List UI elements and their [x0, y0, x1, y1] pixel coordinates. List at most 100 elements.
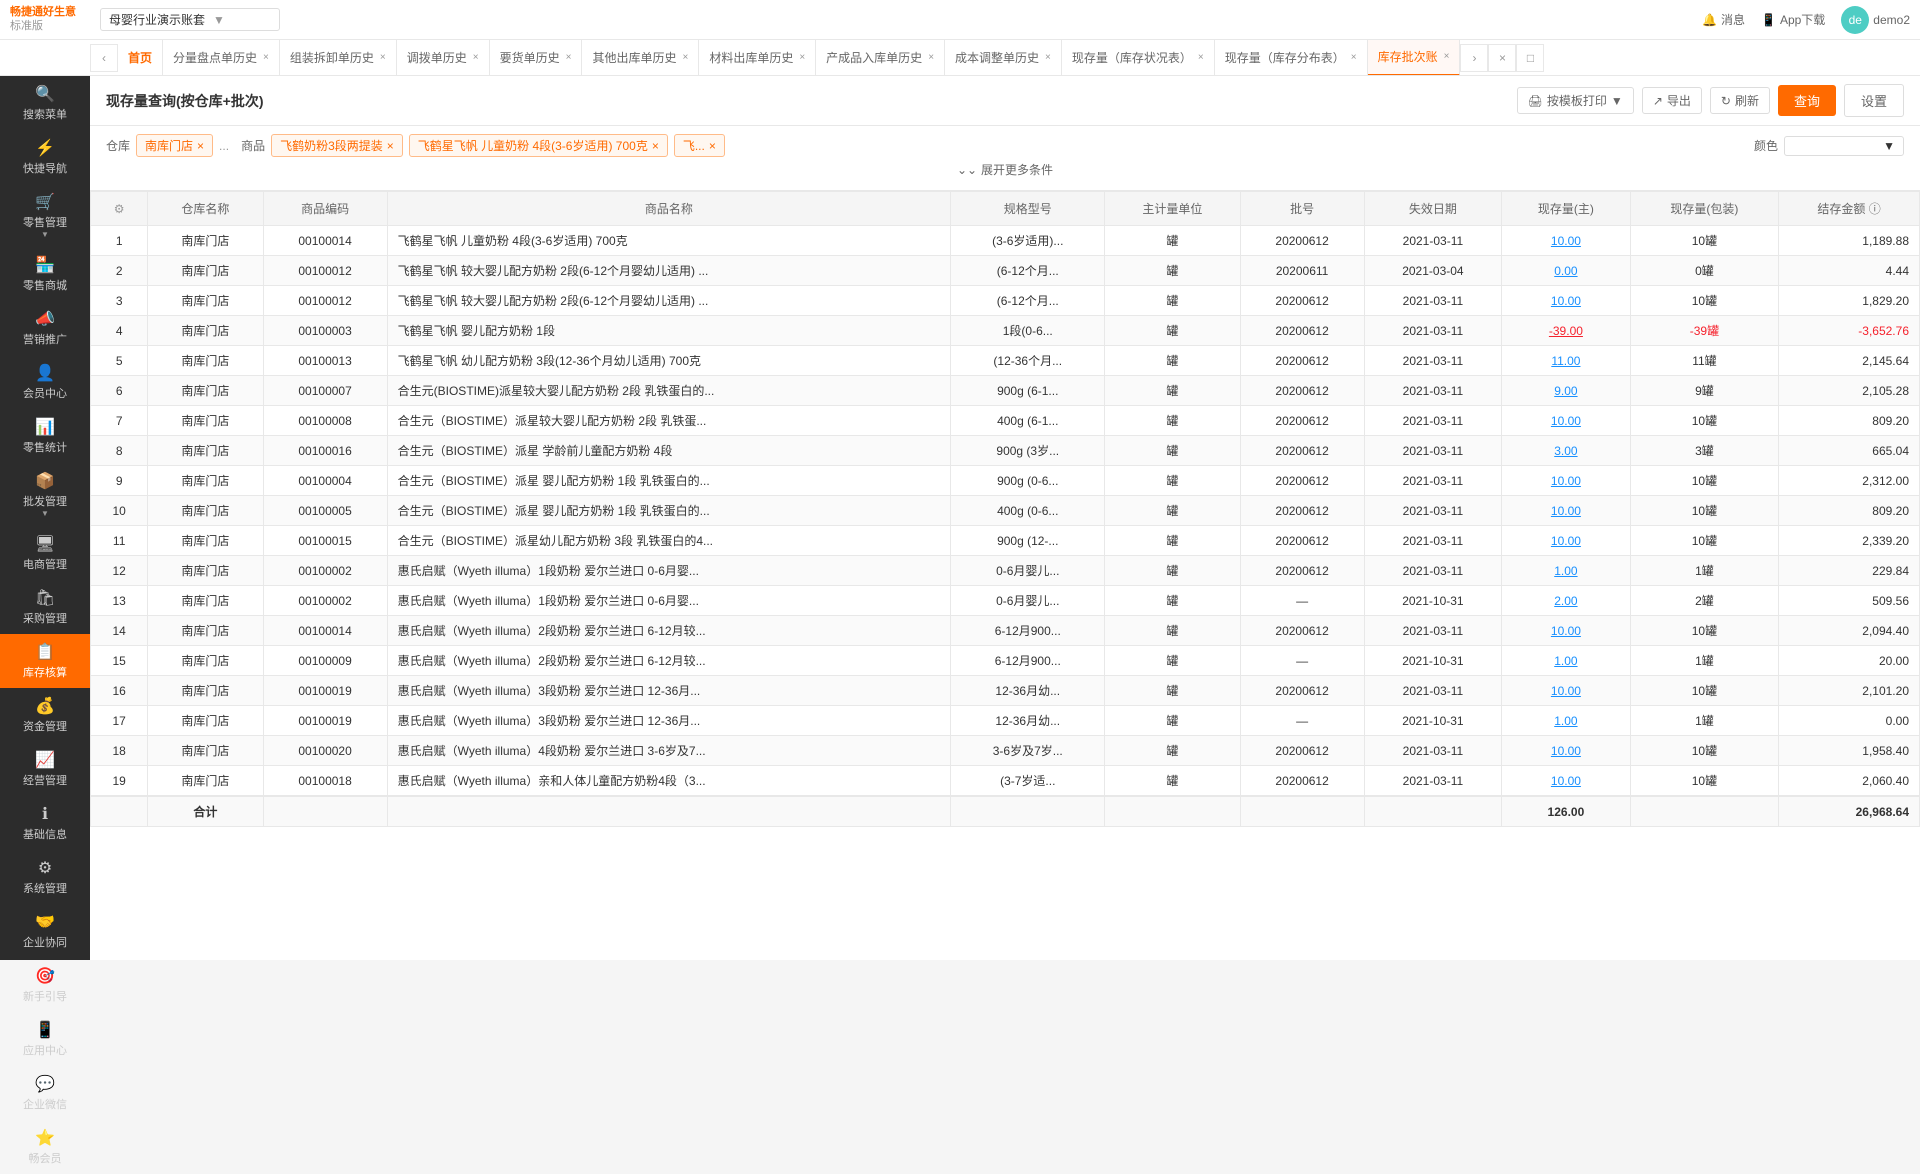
tab-cost-adjust[interactable]: 成本调整单历史×: [945, 40, 1062, 76]
cell-8[interactable]: 10.00: [1502, 466, 1631, 496]
close-tab-icon[interactable]: ×: [682, 52, 688, 63]
cell-8[interactable]: 10.00: [1502, 406, 1631, 436]
close-tab-icon[interactable]: ×: [566, 52, 572, 63]
sidebar-item-basic[interactable]: ℹ基础信息: [0, 796, 90, 850]
sidebar-item-retail[interactable]: 🛒零售管理▼: [0, 184, 90, 247]
remove-product-tag-icon[interactable]: ×: [709, 139, 716, 153]
tab-other-out[interactable]: 其他出库单历史×: [582, 40, 699, 76]
sidebar-item-quicknav[interactable]: ⚡快捷导航: [0, 130, 90, 184]
cell-8[interactable]: 10.00: [1502, 676, 1631, 706]
expand-more-button[interactable]: ⌄⌄ 展开更多条件: [106, 157, 1904, 182]
close-tab-icon[interactable]: ×: [1444, 51, 1450, 62]
cell-8[interactable]: 1.00: [1502, 556, 1631, 586]
close-tab-icon[interactable]: ×: [380, 52, 386, 63]
cell-8[interactable]: 10.00: [1502, 286, 1631, 316]
query-button[interactable]: 查询: [1778, 85, 1836, 116]
cell-8[interactable]: 10.00: [1502, 496, 1631, 526]
sidebar-item-operations[interactable]: 📈经营管理: [0, 742, 90, 796]
user-menu[interactable]: de demo2: [1841, 6, 1910, 34]
cell-5: 罐: [1105, 286, 1240, 316]
cell-9: 10罐: [1630, 496, 1779, 526]
tab-product-in[interactable]: 产成品入库单历史×: [816, 40, 945, 76]
close-tab-icon[interactable]: ×: [1351, 52, 1357, 63]
message-button[interactable]: 🔔 消息: [1702, 11, 1745, 28]
product-tag-2[interactable]: 飞...×: [674, 134, 725, 157]
product-tag-0[interactable]: 飞鹤奶粉3段两提装×: [271, 134, 403, 157]
cell-7: 2021-03-11: [1364, 556, 1502, 586]
sidebar-item-wholesale[interactable]: 📦批发管理▼: [0, 463, 90, 526]
refresh-button[interactable]: ↻ 刷新: [1710, 87, 1770, 114]
sidebar-item-purchase[interactable]: 🛍采购管理: [0, 580, 90, 634]
sidebar-item-wechat[interactable]: 💬企业微信: [0, 1066, 90, 1120]
tab-next-button[interactable]: ›: [1460, 44, 1488, 72]
close-tab-icon[interactable]: ×: [928, 52, 934, 63]
col-header-5: 主计量单位: [1105, 192, 1240, 226]
tab-stock-dist[interactable]: 现存量（库存分布表）×: [1215, 40, 1368, 76]
account-selector[interactable]: 母婴行业演示账套 ▼: [100, 8, 280, 31]
cell-3: 惠氏启赋（Wyeth illuma）4段奶粉 爱尔兰进口 3-6岁及7...: [387, 736, 951, 766]
tab-disassemble[interactable]: 组装拆卸单历史×: [280, 40, 397, 76]
cell-0: 16: [91, 676, 148, 706]
sidebar-item-stats[interactable]: 📊零售统计: [0, 409, 90, 463]
cell-8[interactable]: 3.00: [1502, 436, 1631, 466]
product-tag-1[interactable]: 飞鹤星飞帆 儿童奶粉 4段(3-6岁适用) 700克×: [409, 134, 668, 157]
cell-1: 南库门店: [148, 616, 263, 646]
close-tab-icon[interactable]: ×: [799, 52, 805, 63]
tab-requisition[interactable]: 要货单历史×: [490, 40, 583, 76]
cell-8[interactable]: 1.00: [1502, 706, 1631, 736]
tab-batch-voucher[interactable]: 库存批次账×: [1368, 40, 1461, 76]
close-tab-icon[interactable]: ×: [1045, 52, 1051, 63]
tab-material-out[interactable]: 材料出库单历史×: [699, 40, 816, 76]
cell-5: 罐: [1105, 496, 1240, 526]
cell-8[interactable]: 10.00: [1502, 616, 1631, 646]
cell-8[interactable]: 9.00: [1502, 376, 1631, 406]
remove-product-tag-icon[interactable]: ×: [387, 139, 394, 153]
export-button[interactable]: ↗ 导出: [1642, 87, 1702, 114]
sidebar-item-ecommerce[interactable]: 🖥电商管理: [0, 526, 90, 580]
remove-product-tag-icon[interactable]: ×: [652, 139, 659, 153]
tab-transfer[interactable]: 调拨单历史×: [397, 40, 490, 76]
tab-split[interactable]: 分量盘点单历史×: [163, 40, 280, 76]
sidebar-item-guide[interactable]: 🎯新手引导: [0, 958, 90, 1012]
color-select[interactable]: ▼: [1784, 136, 1904, 156]
remove-warehouse-icon[interactable]: ×: [197, 139, 204, 153]
cell-8[interactable]: 10.00: [1502, 526, 1631, 556]
sidebar-item-search[interactable]: 🔍搜索菜单: [0, 76, 90, 130]
cell-10: 809.20: [1779, 496, 1920, 526]
close-tab-icon[interactable]: ×: [1198, 52, 1204, 63]
cell-9: 10罐: [1630, 526, 1779, 556]
cell-8[interactable]: 10.00: [1502, 226, 1631, 256]
maximize-button[interactable]: □: [1516, 44, 1544, 72]
inventory-table: ⚙仓库名称商品编码商品名称规格型号主计量单位批号失效日期现存量(主)现存量(包装…: [90, 191, 1920, 827]
warehouse-more-button[interactable]: ...: [219, 139, 229, 153]
warehouse-tag[interactable]: 南库门店 ×: [136, 134, 213, 157]
cell-8[interactable]: 0.00: [1502, 256, 1631, 286]
sidebar-item-shop[interactable]: 🏪零售商城: [0, 247, 90, 301]
sidebar-item-enterprise[interactable]: 🤝企业协同: [0, 904, 90, 958]
cell-8[interactable]: 1.00: [1502, 646, 1631, 676]
close-tab-icon[interactable]: ×: [263, 52, 269, 63]
app-download-button[interactable]: 📱 App下载: [1761, 11, 1825, 28]
cell-8[interactable]: 2.00: [1502, 586, 1631, 616]
sidebar-item-member[interactable]: 👤会员中心: [0, 355, 90, 409]
cell-8[interactable]: 11.00: [1502, 346, 1631, 376]
gear-icon[interactable]: ⚙: [114, 202, 125, 216]
cell-8[interactable]: 10.00: [1502, 736, 1631, 766]
tab-home[interactable]: 首页: [118, 40, 163, 76]
cell-3: 惠氏启赋（Wyeth illuma）亲和人体儿童配方奶粉4段（3...: [387, 766, 951, 797]
cell-8[interactable]: 10.00: [1502, 766, 1631, 797]
sidebar-item-member2[interactable]: ⭐畅会员: [0, 1120, 90, 1174]
sidebar-item-system[interactable]: ⚙系统管理: [0, 850, 90, 904]
setting-button[interactable]: 设置: [1844, 84, 1904, 117]
sidebar-item-finance[interactable]: 💰资金管理: [0, 688, 90, 742]
sidebar-item-inventory[interactable]: 📋库存核算: [0, 634, 90, 688]
sidebar-item-marketing[interactable]: 📣营销推广: [0, 301, 90, 355]
sidebar-item-appcenter[interactable]: 📱应用中心: [0, 1012, 90, 1066]
col-header-0[interactable]: ⚙: [91, 192, 148, 226]
close-tab-icon[interactable]: ×: [473, 52, 479, 63]
print-button[interactable]: 🖨 按模板打印 ▼: [1517, 87, 1634, 114]
close-all-tabs-button[interactable]: ×: [1488, 44, 1516, 72]
tab-prev-button[interactable]: ‹: [90, 44, 118, 72]
tab-stock-status[interactable]: 现存量（库存状况表）×: [1062, 40, 1215, 76]
cell-8[interactable]: -39.00: [1502, 316, 1631, 346]
